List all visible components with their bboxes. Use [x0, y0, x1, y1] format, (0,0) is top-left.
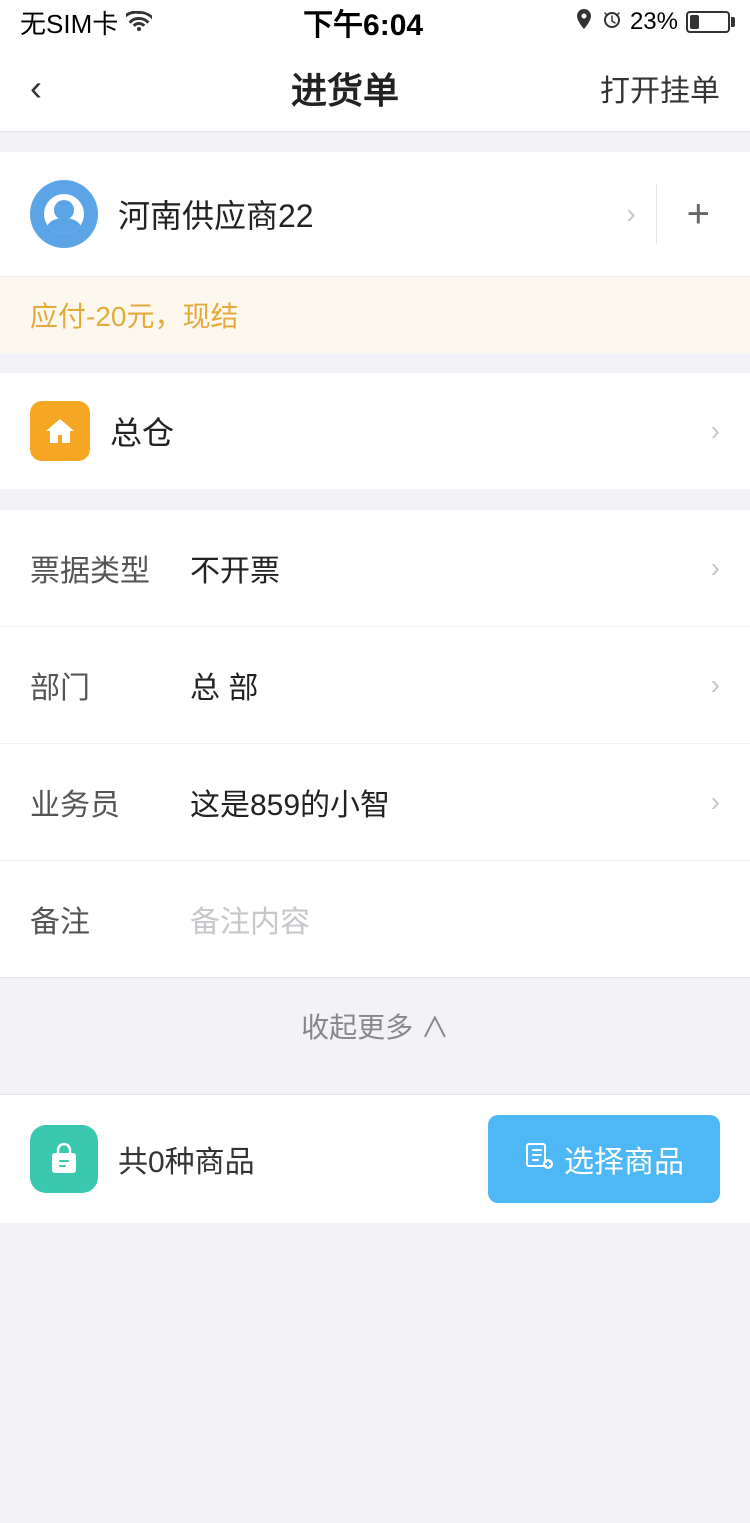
invoice-type-row[interactable]: 票据类型 不开票 ›: [0, 509, 750, 626]
notice-row: 应付-20元，现结: [0, 277, 750, 353]
footer-bar: 共0种商品 选择商品: [0, 1094, 750, 1223]
remark-label: 备注: [30, 897, 190, 941]
time-label: 下午6:04: [303, 0, 423, 44]
supplier-section: 河南供应商22 › + 应付-20元，现结: [0, 152, 750, 353]
status-right: 23%: [574, 8, 730, 36]
salesperson-label: 业务员: [30, 780, 190, 824]
page-title: 进货单: [291, 62, 399, 114]
carrier-label: 无SIM卡: [20, 4, 118, 41]
salesperson-value: 这是859的小智: [190, 780, 701, 824]
select-product-icon: [524, 1140, 554, 1178]
gap2: [0, 353, 750, 373]
battery-icon: [686, 11, 730, 33]
department-value: 总 部: [190, 663, 701, 707]
select-product-button[interactable]: 选择商品: [488, 1115, 720, 1203]
status-bar: 无SIM卡 下午6:04 23%: [0, 0, 750, 44]
nav-bar: ‹ 进货单 打开挂单: [0, 44, 750, 132]
collapse-label: 收起更多 ∧: [301, 1006, 449, 1046]
supplier-name: 河南供应商22: [118, 191, 616, 237]
back-button[interactable]: ‹: [30, 67, 90, 109]
alarm-icon: [602, 8, 622, 36]
gap1: [0, 132, 750, 152]
form-section: 票据类型 不开票 › 部门 总 部 › 业务员 这是859的小智 › 备注 备注…: [0, 509, 750, 977]
collapse-row[interactable]: 收起更多 ∧: [0, 977, 750, 1074]
notice-text: 应付-20元，现结: [30, 301, 238, 332]
invoice-type-chevron-icon: ›: [711, 552, 720, 584]
warehouse-icon: [30, 401, 90, 461]
product-bag-icon: [30, 1125, 98, 1193]
remark-placeholder: 备注内容: [190, 897, 720, 941]
salesperson-row[interactable]: 业务员 这是859的小智 ›: [0, 743, 750, 860]
supplier-avatar: [30, 180, 98, 248]
wifi-icon: [126, 7, 152, 38]
vertical-divider: [656, 184, 657, 244]
remark-row[interactable]: 备注 备注内容: [0, 860, 750, 977]
bottom-fill: [0, 1223, 750, 1523]
location-icon: [574, 8, 594, 36]
department-label: 部门: [30, 663, 190, 707]
gap3: [0, 489, 750, 509]
warehouse-row[interactable]: 总仓 ›: [0, 373, 750, 489]
warehouse-name: 总仓: [110, 408, 701, 454]
product-count-label: 共0种商品: [118, 1137, 488, 1181]
add-supplier-button[interactable]: +: [677, 182, 720, 247]
select-product-label: 选择商品: [564, 1137, 684, 1181]
status-left: 无SIM卡: [20, 4, 152, 41]
open-pending-button[interactable]: 打开挂单: [600, 66, 720, 110]
battery-percentage: 23%: [630, 8, 678, 36]
supplier-row[interactable]: 河南供应商22 › +: [0, 152, 750, 277]
supplier-chevron-icon: ›: [626, 198, 635, 230]
invoice-type-value: 不开票: [190, 546, 701, 590]
warehouse-section: 总仓 ›: [0, 373, 750, 489]
salesperson-chevron-icon: ›: [711, 786, 720, 818]
warehouse-chevron-icon: ›: [711, 415, 720, 447]
department-chevron-icon: ›: [711, 669, 720, 701]
department-row[interactable]: 部门 总 部 ›: [0, 626, 750, 743]
invoice-type-label: 票据类型: [30, 546, 190, 590]
